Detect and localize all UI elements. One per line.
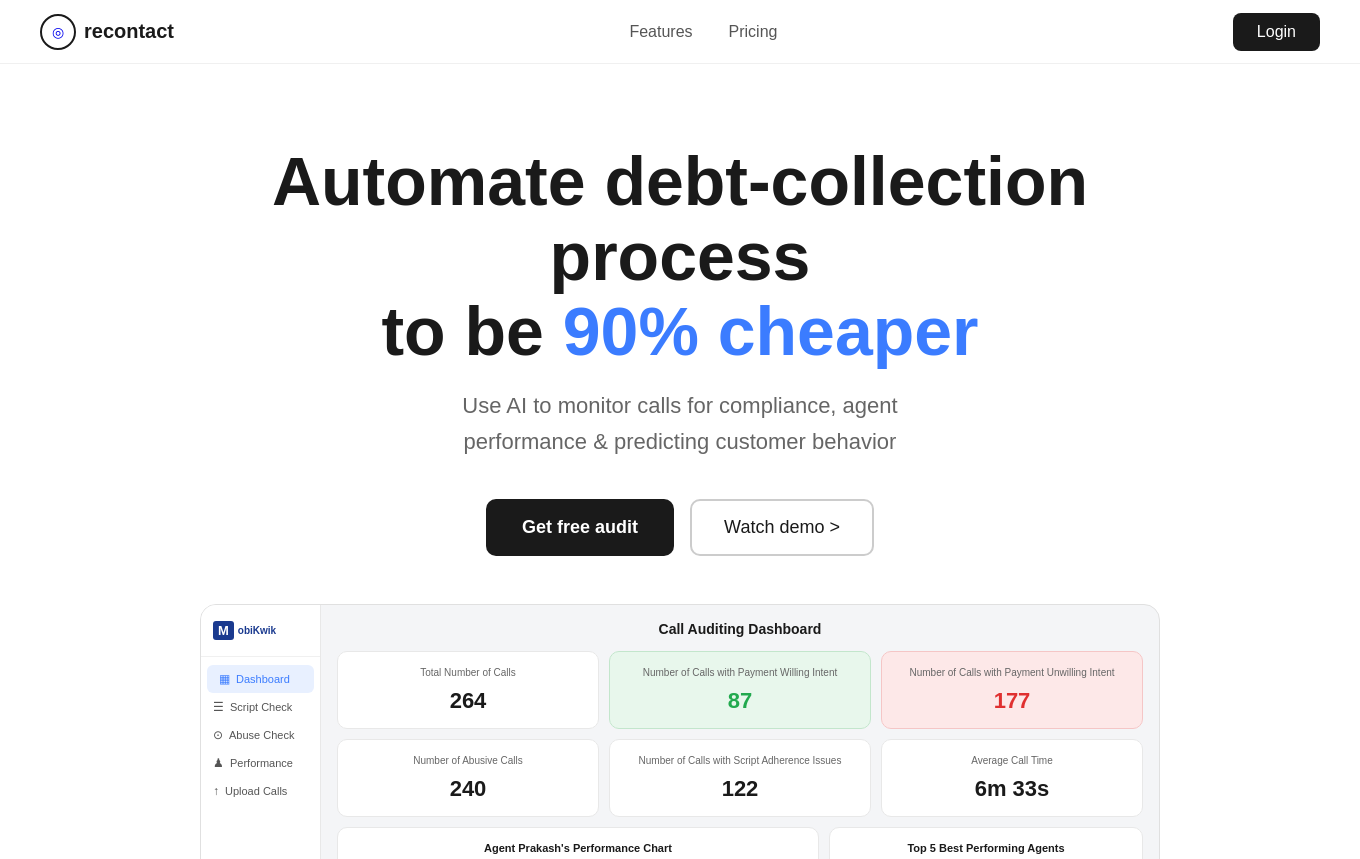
logo-icon: ◎ bbox=[40, 14, 76, 50]
dashboard-sidebar: M obiKwik ▦ Dashboard ☰ Script Check ⊙ A… bbox=[201, 605, 321, 859]
card-abusive-label: Number of Abusive Calls bbox=[354, 754, 582, 768]
card-script-issues: Number of Calls with Script Adherence Is… bbox=[609, 739, 871, 817]
card-avg-time-label: Average Call Time bbox=[898, 754, 1126, 768]
card-avg-call-time: Average Call Time 6m 33s bbox=[881, 739, 1143, 817]
sidebar-item-script-check[interactable]: ☰ Script Check bbox=[201, 693, 320, 721]
hero-subtitle: Use AI to monitor calls for compliance, … bbox=[360, 388, 1000, 458]
sidebar-upload-label: Upload Calls bbox=[225, 785, 287, 797]
agents-title: Top 5 Best Performing Agents bbox=[846, 842, 1126, 854]
script-check-icon: ☰ bbox=[213, 700, 224, 714]
sidebar-dashboard-label: Dashboard bbox=[236, 673, 290, 685]
sidebar-item-dashboard[interactable]: ▦ Dashboard bbox=[207, 665, 314, 693]
card-script-value: 122 bbox=[626, 776, 854, 802]
logo-text: recontact bbox=[84, 20, 174, 43]
card-abusive-calls: Number of Abusive Calls 240 bbox=[337, 739, 599, 817]
nav-features[interactable]: Features bbox=[629, 23, 692, 41]
dashboard-preview: M obiKwik ▦ Dashboard ☰ Script Check ⊙ A… bbox=[200, 604, 1160, 859]
hero-title-line1: Automate debt-collection process bbox=[272, 143, 1088, 294]
hero-subtitle-line2: performance & predicting customer behavi… bbox=[464, 429, 897, 454]
brand-m: M bbox=[213, 621, 234, 640]
hero-title-highlight: 90% cheaper bbox=[563, 293, 979, 369]
bottom-row: Agent Prakash's Performance Chart 10 Top… bbox=[337, 827, 1143, 859]
card-abusive-value: 240 bbox=[354, 776, 582, 802]
card-avg-time-value: 6m 33s bbox=[898, 776, 1126, 802]
card-script-label: Number of Calls with Script Adherence Is… bbox=[626, 754, 854, 768]
brand-name: obiKwik bbox=[238, 625, 276, 636]
watch-demo-button[interactable]: Watch demo > bbox=[690, 499, 874, 556]
hero-title-line2-prefix: to be bbox=[381, 293, 562, 369]
get-free-audit-button[interactable]: Get free audit bbox=[486, 499, 674, 556]
logo-link[interactable]: ◎ recontact bbox=[40, 14, 174, 50]
sidebar-item-performance[interactable]: ♟ Performance bbox=[201, 749, 320, 777]
dashboard-icon: ▦ bbox=[219, 672, 230, 686]
upload-icon: ↑ bbox=[213, 784, 219, 798]
nav-links: Features Pricing bbox=[629, 23, 777, 41]
mobikwik-brand: M obiKwik bbox=[201, 621, 320, 657]
card-payment-willing-label: Number of Calls with Payment Willing Int… bbox=[626, 666, 854, 680]
performance-icon: ♟ bbox=[213, 756, 224, 770]
nav-pricing[interactable]: Pricing bbox=[729, 23, 778, 41]
hero-title: Automate debt-collection process to be 9… bbox=[230, 144, 1130, 368]
cards-row-2: Number of Abusive Calls 240 Number of Ca… bbox=[337, 739, 1143, 817]
chart-title: Agent Prakash's Performance Chart bbox=[354, 842, 802, 854]
card-payment-unwilling-value: 177 bbox=[898, 688, 1126, 714]
hero-cta-group: Get free audit Watch demo > bbox=[40, 499, 1320, 556]
sidebar-performance-label: Performance bbox=[230, 757, 293, 769]
sidebar-abuse-label: Abuse Check bbox=[229, 729, 294, 741]
cards-row-1: Total Number of Calls 264 Number of Call… bbox=[337, 651, 1143, 729]
sidebar-item-abuse-check[interactable]: ⊙ Abuse Check bbox=[201, 721, 320, 749]
abuse-check-icon: ⊙ bbox=[213, 728, 223, 742]
card-total-calls-value: 264 bbox=[354, 688, 582, 714]
card-payment-unwilling-label: Number of Calls with Payment Unwilling I… bbox=[898, 666, 1126, 680]
card-total-calls: Total Number of Calls 264 bbox=[337, 651, 599, 729]
navbar: ◎ recontact Features Pricing Login bbox=[0, 0, 1360, 64]
sidebar-script-label: Script Check bbox=[230, 701, 292, 713]
top-agents-card: Top 5 Best Performing Agents Agent Name … bbox=[829, 827, 1143, 859]
dashboard-main: Call Auditing Dashboard Total Number of … bbox=[321, 605, 1159, 859]
hero-section: Automate debt-collection process to be 9… bbox=[0, 64, 1360, 859]
card-total-calls-label: Total Number of Calls bbox=[354, 666, 582, 680]
card-payment-unwilling: Number of Calls with Payment Unwilling I… bbox=[881, 651, 1143, 729]
performance-chart-card: Agent Prakash's Performance Chart 10 bbox=[337, 827, 819, 859]
sidebar-item-upload-calls[interactable]: ↑ Upload Calls bbox=[201, 777, 320, 805]
card-payment-willing: Number of Calls with Payment Willing Int… bbox=[609, 651, 871, 729]
login-button[interactable]: Login bbox=[1233, 13, 1320, 51]
hero-subtitle-line1: Use AI to monitor calls for compliance, … bbox=[462, 393, 897, 418]
dashboard-title: Call Auditing Dashboard bbox=[337, 621, 1143, 637]
card-payment-willing-value: 87 bbox=[626, 688, 854, 714]
